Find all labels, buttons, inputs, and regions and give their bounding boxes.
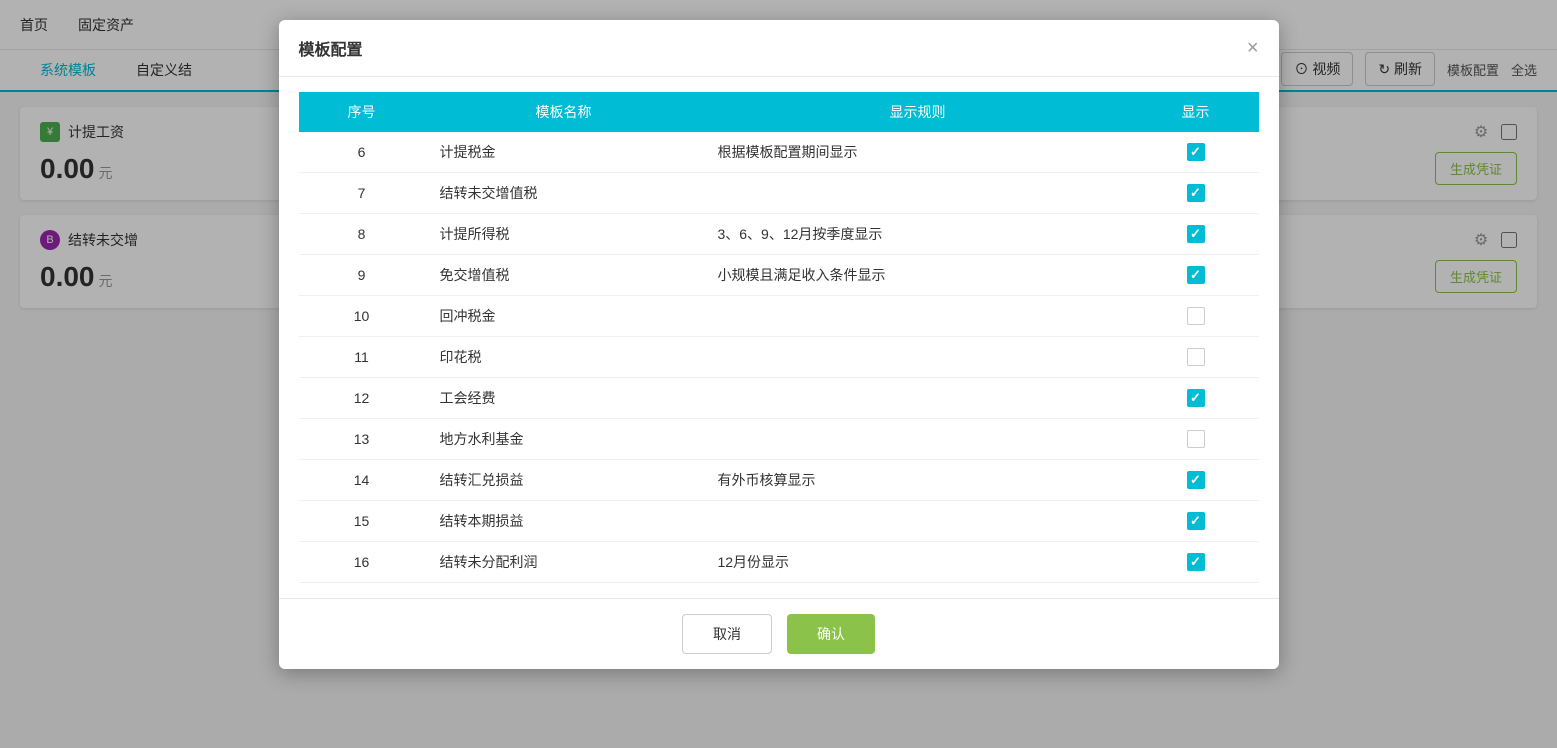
cell-checkbox[interactable] bbox=[1133, 542, 1259, 583]
cell-name: 结转未分配利润 bbox=[424, 542, 702, 583]
table-row: 9免交增值税小规模且满足收入条件显示 bbox=[299, 255, 1259, 296]
cell-rule bbox=[702, 501, 1132, 542]
modal-close-button[interactable]: × bbox=[1247, 38, 1259, 58]
cell-checkbox[interactable] bbox=[1133, 378, 1259, 419]
cell-rule bbox=[702, 378, 1132, 419]
cell-rule: 小规模且满足收入条件显示 bbox=[702, 255, 1132, 296]
cell-rule: 3、6、9、12月按季度显示 bbox=[702, 214, 1132, 255]
cell-checkbox[interactable] bbox=[1133, 419, 1259, 460]
config-table: 序号 模板名称 显示规则 显示 6计提税金根据模板配置期间显示7结转未交增值税8… bbox=[299, 92, 1259, 583]
cell-name: 工会经费 bbox=[424, 378, 702, 419]
cell-name: 印花税 bbox=[424, 337, 702, 378]
checkbox-row-8[interactable] bbox=[1187, 471, 1205, 489]
cell-rule: 12月份显示 bbox=[702, 542, 1132, 583]
cell-checkbox[interactable] bbox=[1133, 337, 1259, 378]
cell-seq: 9 bbox=[299, 255, 425, 296]
cell-seq: 11 bbox=[299, 337, 425, 378]
cell-checkbox[interactable] bbox=[1133, 501, 1259, 542]
cell-rule bbox=[702, 337, 1132, 378]
checkbox-row-7[interactable] bbox=[1187, 430, 1205, 448]
cell-checkbox[interactable] bbox=[1133, 255, 1259, 296]
template-config-modal: 模板配置 × 序号 模板名称 显示规则 显示 6计提税金根据模板配置期间显示7结… bbox=[279, 20, 1279, 669]
modal-overlay: 模板配置 × 序号 模板名称 显示规则 显示 6计提税金根据模板配置期间显示7结… bbox=[0, 0, 1557, 748]
table-row: 14结转汇兑损益有外币核算显示 bbox=[299, 460, 1259, 501]
cell-name: 计提税金 bbox=[424, 132, 702, 173]
checkbox-row-9[interactable] bbox=[1187, 512, 1205, 530]
cell-rule bbox=[702, 419, 1132, 460]
cell-name: 结转本期损益 bbox=[424, 501, 702, 542]
table-row: 13地方水利基金 bbox=[299, 419, 1259, 460]
cell-name: 结转汇兑损益 bbox=[424, 460, 702, 501]
cell-name: 结转未交增值税 bbox=[424, 173, 702, 214]
table-row: 10回冲税金 bbox=[299, 296, 1259, 337]
cell-checkbox[interactable] bbox=[1133, 173, 1259, 214]
modal-body: 序号 模板名称 显示规则 显示 6计提税金根据模板配置期间显示7结转未交增值税8… bbox=[279, 77, 1279, 598]
checkbox-row-4[interactable] bbox=[1187, 307, 1205, 325]
table-row: 11印花税 bbox=[299, 337, 1259, 378]
cell-checkbox[interactable] bbox=[1133, 460, 1259, 501]
col-header-seq: 序号 bbox=[299, 92, 425, 132]
cell-name: 免交增值税 bbox=[424, 255, 702, 296]
modal-header: 模板配置 × bbox=[279, 20, 1279, 77]
checkbox-row-1[interactable] bbox=[1187, 184, 1205, 202]
cell-seq: 14 bbox=[299, 460, 425, 501]
cell-name: 计提所得税 bbox=[424, 214, 702, 255]
cell-name: 回冲税金 bbox=[424, 296, 702, 337]
table-row: 15结转本期损益 bbox=[299, 501, 1259, 542]
cell-seq: 16 bbox=[299, 542, 425, 583]
cell-seq: 12 bbox=[299, 378, 425, 419]
table-row: 12工会经费 bbox=[299, 378, 1259, 419]
cell-rule bbox=[702, 296, 1132, 337]
checkbox-row-0[interactable] bbox=[1187, 143, 1205, 161]
modal-footer: 取消 确认 bbox=[279, 598, 1279, 669]
table-row: 6计提税金根据模板配置期间显示 bbox=[299, 132, 1259, 173]
cell-checkbox[interactable] bbox=[1133, 296, 1259, 337]
cell-name: 地方水利基金 bbox=[424, 419, 702, 460]
table-row: 16结转未分配利润12月份显示 bbox=[299, 542, 1259, 583]
checkbox-row-5[interactable] bbox=[1187, 348, 1205, 366]
cell-rule: 有外币核算显示 bbox=[702, 460, 1132, 501]
cell-checkbox[interactable] bbox=[1133, 132, 1259, 173]
col-header-rule: 显示规则 bbox=[702, 92, 1132, 132]
confirm-button[interactable]: 确认 bbox=[787, 614, 875, 654]
modal-title: 模板配置 bbox=[299, 36, 363, 60]
cell-seq: 8 bbox=[299, 214, 425, 255]
table-row: 8计提所得税3、6、9、12月按季度显示 bbox=[299, 214, 1259, 255]
checkbox-row-6[interactable] bbox=[1187, 389, 1205, 407]
table-row: 7结转未交增值税 bbox=[299, 173, 1259, 214]
table-header-row: 序号 模板名称 显示规则 显示 bbox=[299, 92, 1259, 132]
cancel-button[interactable]: 取消 bbox=[682, 614, 772, 654]
checkbox-row-2[interactable] bbox=[1187, 225, 1205, 243]
checkbox-row-3[interactable] bbox=[1187, 266, 1205, 284]
col-header-name: 模板名称 bbox=[424, 92, 702, 132]
cell-rule: 根据模板配置期间显示 bbox=[702, 132, 1132, 173]
cell-seq: 15 bbox=[299, 501, 425, 542]
cell-seq: 10 bbox=[299, 296, 425, 337]
cell-checkbox[interactable] bbox=[1133, 214, 1259, 255]
cell-seq: 6 bbox=[299, 132, 425, 173]
cell-seq: 13 bbox=[299, 419, 425, 460]
checkbox-row-10[interactable] bbox=[1187, 553, 1205, 571]
col-header-display: 显示 bbox=[1133, 92, 1259, 132]
cell-seq: 7 bbox=[299, 173, 425, 214]
cell-rule bbox=[702, 173, 1132, 214]
